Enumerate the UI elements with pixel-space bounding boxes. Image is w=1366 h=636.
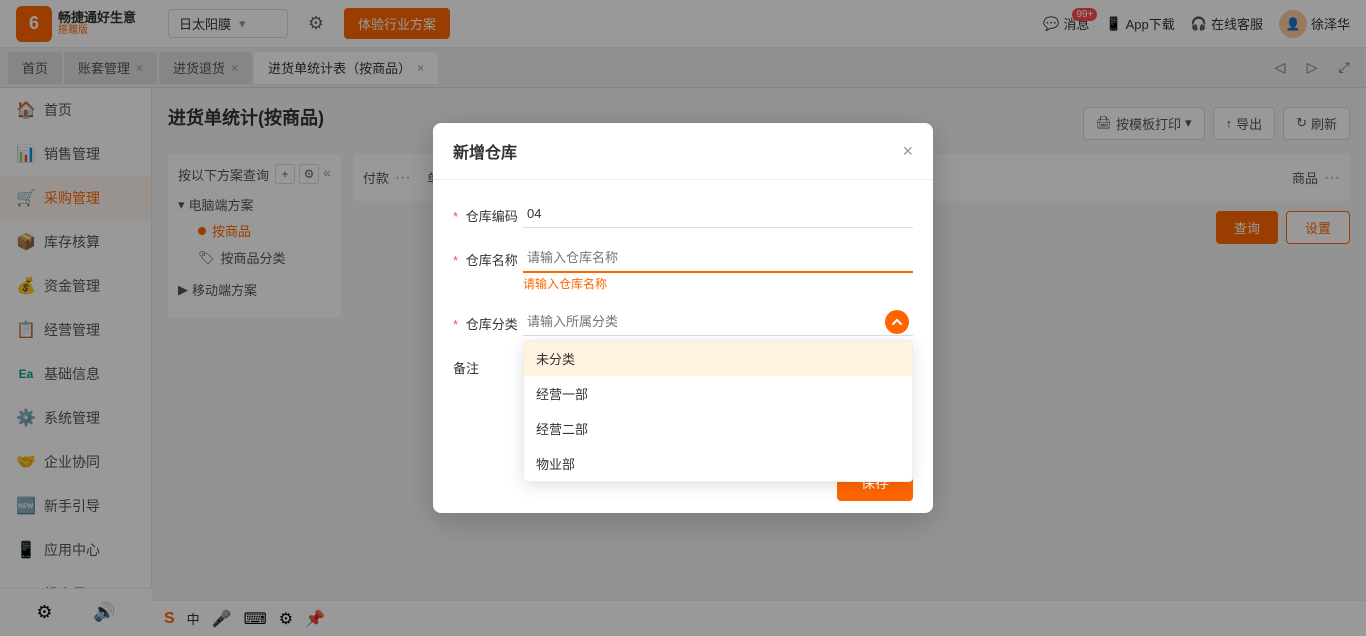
code-label: * 仓库编码 bbox=[453, 200, 523, 225]
category-select-wrap: 未分类 经营一部 经营二部 物业部 bbox=[523, 308, 913, 336]
modal-body: * 仓库编码 * 仓库名称 请输入仓库名称 bbox=[433, 180, 933, 453]
category-required: * bbox=[453, 317, 458, 332]
code-field: * 仓库编码 bbox=[453, 200, 913, 228]
category-dropdown: 未分类 经营一部 经营二部 物业部 bbox=[523, 340, 913, 482]
name-input-wrap: 请输入仓库名称 bbox=[523, 244, 913, 292]
modal-title: 新增仓库 bbox=[453, 139, 517, 163]
name-error-msg: 请输入仓库名称 bbox=[523, 275, 913, 292]
name-label: * 仓库名称 bbox=[453, 244, 523, 269]
modal-header: 新增仓库 × bbox=[433, 123, 933, 180]
category-input[interactable] bbox=[523, 308, 913, 336]
code-input-wrap bbox=[523, 200, 913, 228]
name-input[interactable] bbox=[523, 244, 913, 273]
modal-overlay: 新增仓库 × * 仓库编码 * 仓库名称 bbox=[0, 0, 1366, 636]
modal-close-button[interactable]: × bbox=[902, 141, 913, 162]
code-input[interactable] bbox=[523, 200, 913, 228]
chevron-up-icon bbox=[891, 316, 903, 328]
dropdown-item-property[interactable]: 物业部 bbox=[524, 446, 912, 481]
dropdown-item-dept2[interactable]: 经营二部 bbox=[524, 411, 912, 446]
note-label: 备注 bbox=[453, 352, 523, 377]
category-field: * 仓库分类 未分类 经营一部 经营二部 物业部 bbox=[453, 308, 913, 336]
new-warehouse-modal: 新增仓库 × * 仓库编码 * 仓库名称 bbox=[433, 123, 933, 513]
category-arrow-button[interactable] bbox=[885, 310, 909, 334]
dropdown-item-unclassified[interactable]: 未分类 bbox=[524, 341, 912, 376]
code-required: * bbox=[453, 209, 458, 224]
name-required: * bbox=[453, 253, 458, 268]
dropdown-item-dept1[interactable]: 经营一部 bbox=[524, 376, 912, 411]
category-label: * 仓库分类 bbox=[453, 308, 523, 333]
name-field: * 仓库名称 请输入仓库名称 bbox=[453, 244, 913, 292]
